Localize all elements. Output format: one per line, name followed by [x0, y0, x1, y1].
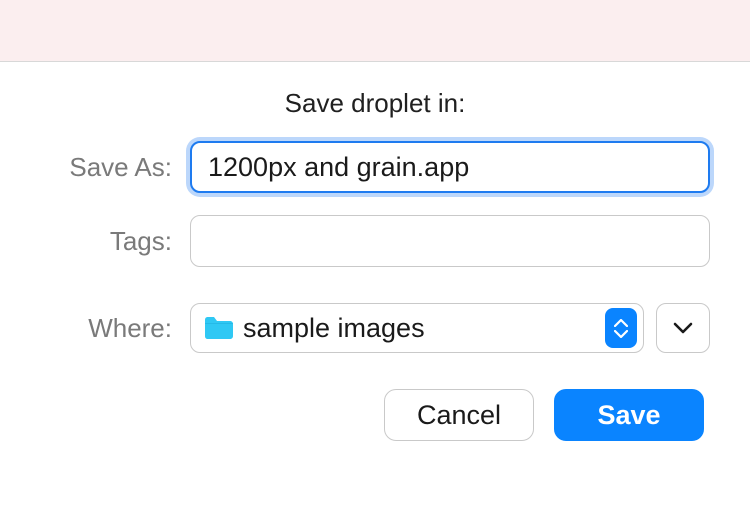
- expand-button[interactable]: [656, 303, 710, 353]
- cancel-button-label: Cancel: [417, 400, 501, 431]
- where-row: Where: sample images: [40, 303, 710, 353]
- cancel-button[interactable]: Cancel: [384, 389, 534, 441]
- chevron-down-icon: [673, 322, 693, 334]
- tags-input[interactable]: [190, 215, 710, 267]
- where-folder-name: sample images: [243, 313, 425, 344]
- where-label: Where:: [40, 313, 190, 344]
- select-stepper-icon: [605, 308, 637, 348]
- tags-row: Tags:: [40, 215, 710, 267]
- save-button-label: Save: [597, 400, 660, 431]
- save-as-row: Save As:: [40, 141, 710, 193]
- window-titlebar: [0, 0, 750, 62]
- where-select[interactable]: sample images: [190, 303, 644, 353]
- tags-label: Tags:: [40, 226, 190, 257]
- folder-icon: [203, 316, 233, 340]
- save-button[interactable]: Save: [554, 389, 704, 441]
- dialog-buttons: Cancel Save: [40, 389, 710, 441]
- save-as-input[interactable]: [190, 141, 710, 193]
- save-dialog: Save droplet in: Save As: Tags: Where: s…: [0, 62, 750, 441]
- save-as-label: Save As:: [40, 152, 190, 183]
- dialog-title: Save droplet in:: [40, 88, 710, 119]
